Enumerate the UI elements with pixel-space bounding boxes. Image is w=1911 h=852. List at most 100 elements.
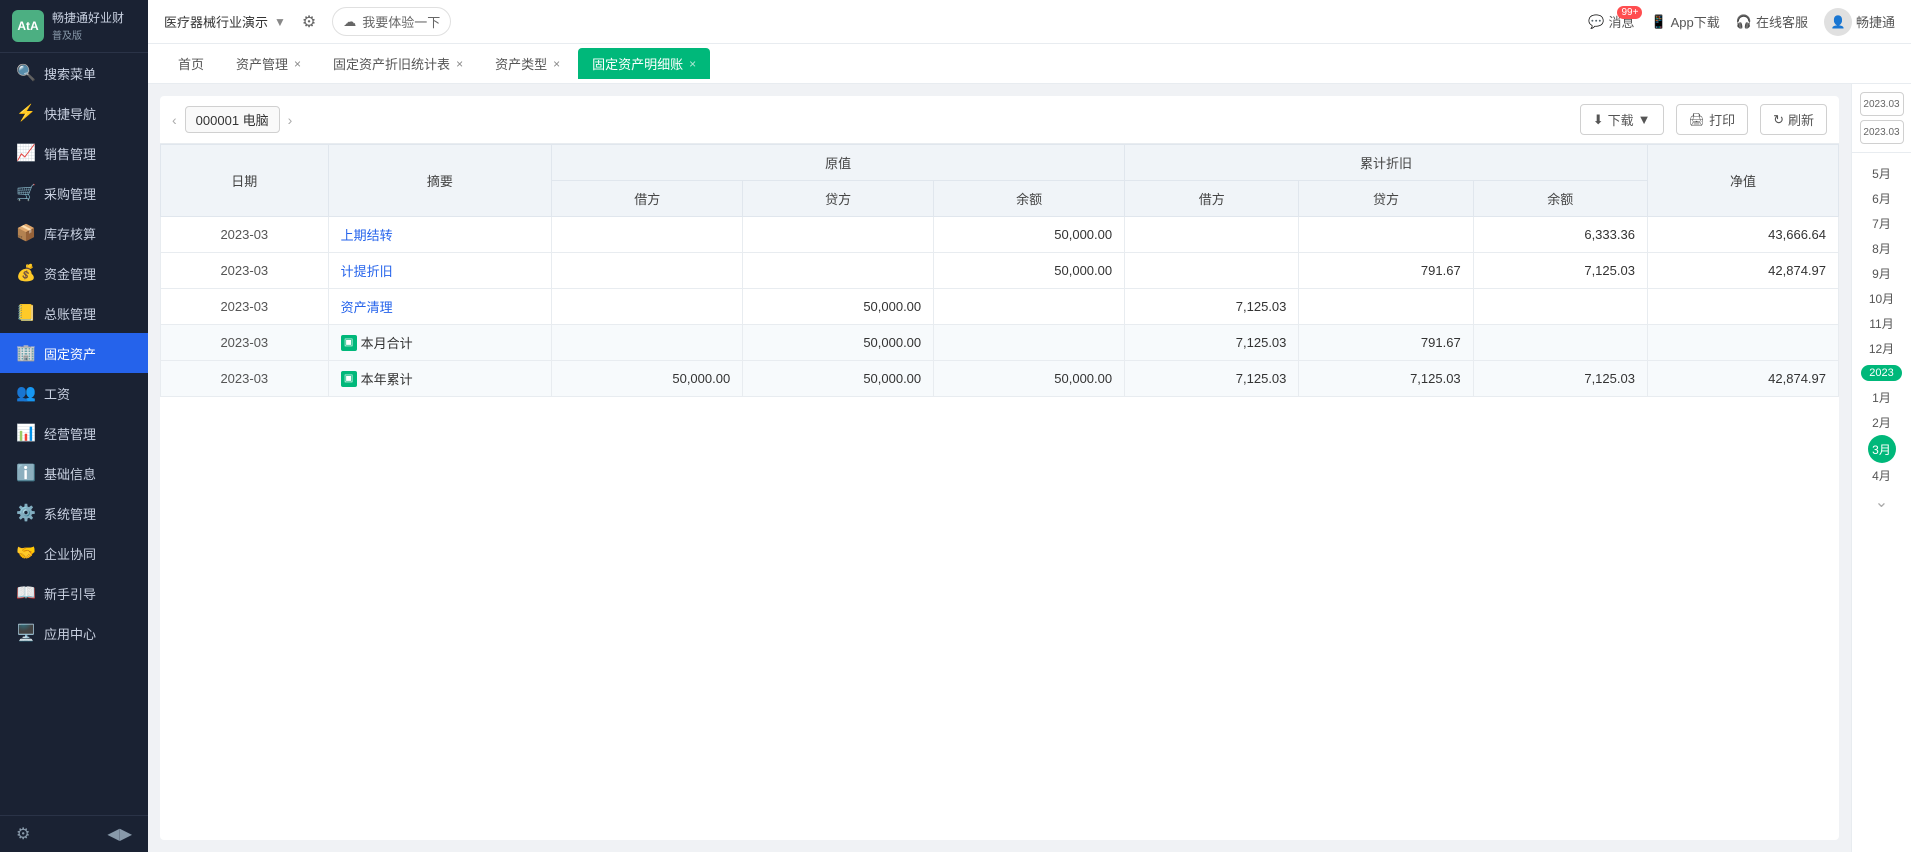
timeline-month[interactable]: 8月	[1852, 236, 1911, 261]
th-summary: 摘要	[328, 145, 552, 217]
tab-close-1[interactable]: ×	[294, 57, 301, 71]
th-net: 净值	[1647, 145, 1838, 217]
experience-label: 我要体验一下	[362, 12, 440, 31]
tab-label-0: 首页	[178, 54, 204, 73]
sidebar-logo: AtA 畅捷通好业财 普及版	[0, 0, 148, 53]
download-btn[interactable]: ⬇ 下载 ▼	[1580, 104, 1664, 135]
tab-label-4: 固定资产明细账	[592, 54, 683, 73]
timeline-months-before: 5月6月7月8月9月10月11月12月	[1852, 161, 1911, 361]
online-service-label: 在线客服	[1756, 12, 1808, 31]
tab-4[interactable]: 固定资产明细账 ×	[578, 48, 710, 79]
messages-btn[interactable]: 💬 消息 99+	[1588, 12, 1634, 31]
timeline-date-1[interactable]: 2023.03	[1860, 92, 1904, 116]
timeline-month[interactable]: 11月	[1852, 311, 1911, 336]
sidebar-icon-14: 🖥️	[16, 623, 36, 643]
timeline-month[interactable]: 4月	[1852, 463, 1911, 488]
user-name: 畅捷通	[1856, 12, 1895, 31]
sidebar-item-12[interactable]: 🤝 企业协同	[0, 533, 148, 573]
user-area[interactable]: 👤 畅捷通	[1824, 8, 1895, 36]
timeline-month[interactable]: 1月	[1852, 385, 1911, 410]
print-btn[interactable]: 🖨 打印	[1676, 104, 1749, 135]
timeline-months-after: 1月2月3月4月	[1852, 385, 1911, 488]
table-row: 2023-03 ▣本年累计 50,000.00 50,000.00 50,000…	[161, 361, 1839, 397]
timeline-date-2[interactable]: 2023.03	[1860, 120, 1904, 144]
table-row: 2023-03 上期结转 50,000.00 6,333.36 43,666.6…	[161, 217, 1839, 253]
topbar-settings-icon[interactable]: ⚙	[302, 12, 316, 32]
timeline-month[interactable]: 2月	[1852, 410, 1911, 435]
timeline-month[interactable]: 12月	[1852, 336, 1911, 361]
sidebar-icon-4: 📦	[16, 223, 36, 243]
sidebar-item-6[interactable]: 📒 总账管理	[0, 293, 148, 333]
sidebar-icon-13: 📖	[16, 583, 36, 603]
timeline-month[interactable]: 6月	[1852, 186, 1911, 211]
sidebar-icon-2: 📈	[16, 143, 36, 163]
timeline-month[interactable]: 10月	[1852, 286, 1911, 311]
sidebar-item-0[interactable]: 🔍 搜索菜单	[0, 53, 148, 93]
download-icon: 📱	[1650, 14, 1666, 30]
tab-0[interactable]: 首页	[164, 48, 218, 79]
messages-badge: 99+	[1617, 6, 1642, 19]
asset-detail-table: 日期 摘要 原值 累计折旧 净值 借方 贷方 余额 借方 贷方 余额	[160, 144, 1839, 397]
timeline-month[interactable]: 9月	[1852, 261, 1911, 286]
sidebar-label-11: 系统管理	[44, 504, 96, 523]
tab-close-2[interactable]: ×	[456, 57, 463, 71]
table-row: 2023-03 资产清理 50,000.00 7,125.03	[161, 289, 1839, 325]
timeline-month[interactable]: 5月	[1852, 161, 1911, 186]
experience-btn[interactable]: ☁ 我要体验一下	[332, 7, 451, 36]
sidebar-label-13: 新手引导	[44, 584, 96, 603]
app-title: 畅捷通好业财	[52, 10, 124, 27]
nav-next-icon[interactable]: ›	[288, 112, 293, 128]
asset-actions: ⬇ 下载 ▼ 🖨 打印 ↻ 刷新	[1580, 104, 1827, 135]
tab-close-3[interactable]: ×	[553, 57, 560, 71]
sidebar-icon-5: 💰	[16, 263, 36, 283]
sidebar-label-10: 基础信息	[44, 464, 96, 483]
tab-2[interactable]: 固定资产折旧统计表×	[319, 48, 477, 79]
sidebar-label-2: 销售管理	[44, 144, 96, 163]
th-dep-balance: 余额	[1473, 181, 1647, 217]
company-arrow-icon: ▼	[274, 15, 286, 29]
timeline-month[interactable]: 7月	[1852, 211, 1911, 236]
asset-current: 000001 电脑	[185, 106, 280, 133]
th-dep-debit: 借方	[1125, 181, 1299, 217]
tab-1[interactable]: 资产管理×	[222, 48, 315, 79]
th-dep-credit: 贷方	[1299, 181, 1473, 217]
sidebar-label-12: 企业协同	[44, 544, 96, 563]
nav-prev-icon[interactable]: ‹	[172, 112, 177, 128]
sidebar-item-7[interactable]: 🏢 固定资产	[0, 333, 148, 373]
tab-3[interactable]: 资产类型×	[481, 48, 574, 79]
sidebar-item-14[interactable]: 🖥️ 应用中心	[0, 613, 148, 653]
download-icon: ⬇	[1593, 112, 1604, 128]
sidebar-item-9[interactable]: 📊 经营管理	[0, 413, 148, 453]
th-date: 日期	[161, 145, 329, 217]
sidebar-label-8: 工资	[44, 384, 70, 403]
table-row: 2023-03 计提折旧 50,000.00 791.67 7,125.03 4…	[161, 253, 1839, 289]
sidebar-label-1: 快捷导航	[44, 104, 96, 123]
sidebar-icon-10: ℹ️	[16, 463, 36, 483]
th-orig-balance: 余额	[934, 181, 1125, 217]
sidebar-item-1[interactable]: ⚡ 快捷导航	[0, 93, 148, 133]
th-original: 原值	[552, 145, 1125, 181]
sidebar-item-8[interactable]: 👥 工资	[0, 373, 148, 413]
timeline-month[interactable]: 3月	[1868, 435, 1896, 463]
sidebar-item-10[interactable]: ℹ️ 基础信息	[0, 453, 148, 493]
refresh-btn[interactable]: ↻ 刷新	[1760, 104, 1827, 135]
sidebar-item-2[interactable]: 📈 销售管理	[0, 133, 148, 173]
timeline-panel: 2023.03 2023.03 5月6月7月8月9月10月11月12月 2023…	[1851, 84, 1911, 852]
company-selector[interactable]: 医疗器械行业演示 ▼	[164, 12, 286, 31]
online-service-btn[interactable]: 🎧 在线客服	[1736, 12, 1808, 31]
sidebar-item-4[interactable]: 📦 库存核算	[0, 213, 148, 253]
settings-icon[interactable]: ⚙	[16, 824, 30, 844]
experience-icon: ☁	[343, 14, 356, 30]
sidebar-item-3[interactable]: 🛒 采购管理	[0, 173, 148, 213]
app-download-label: App下载	[1671, 12, 1720, 31]
timeline-down-icon[interactable]: ⌄	[1875, 492, 1888, 512]
collapse-icon[interactable]: ◀▶	[107, 824, 132, 844]
sidebar-item-5[interactable]: 💰 资金管理	[0, 253, 148, 293]
sidebar: AtA 畅捷通好业财 普及版 🔍 搜索菜单 ⚡ 快捷导航 📈 销售管理 🛒 采购…	[0, 0, 148, 852]
app-download-btn[interactable]: 📱 App下载	[1650, 12, 1719, 31]
sidebar-item-13[interactable]: 📖 新手引导	[0, 573, 148, 613]
timeline-top: 2023.03 2023.03	[1852, 92, 1911, 153]
sidebar-label-7: 固定资产	[44, 344, 96, 363]
tab-close-4[interactable]: ×	[689, 57, 696, 71]
sidebar-item-11[interactable]: ⚙️ 系统管理	[0, 493, 148, 533]
